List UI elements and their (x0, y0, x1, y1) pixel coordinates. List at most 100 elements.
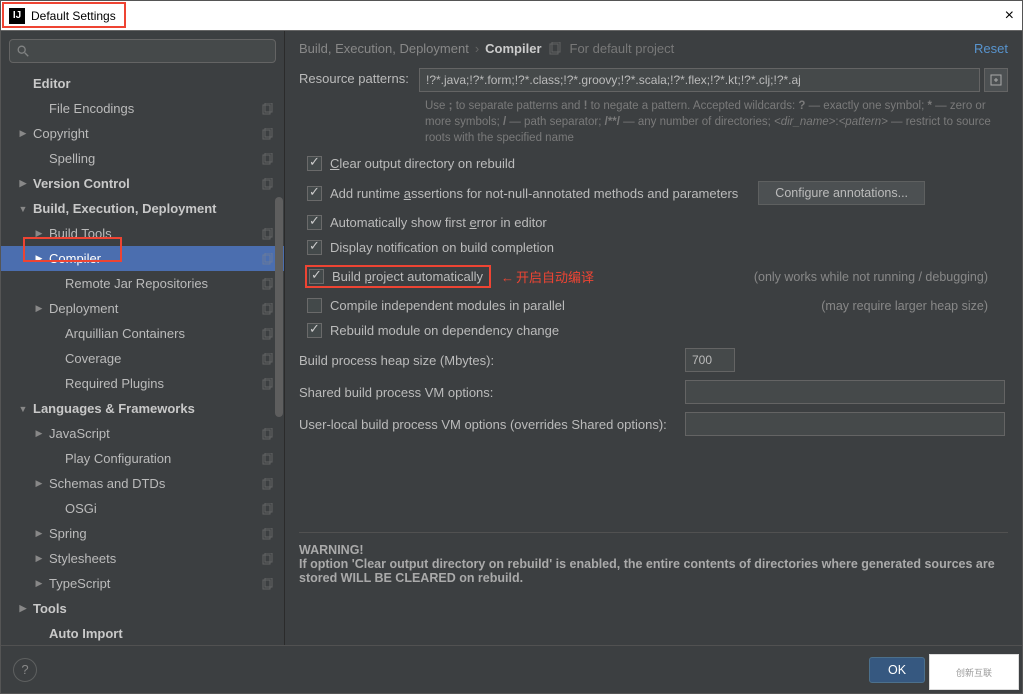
sidebar-item-label: Coverage (65, 351, 262, 366)
sidebar-item-label: TypeScript (49, 576, 262, 591)
sidebar-item-label: Auto Import (49, 626, 284, 641)
add-runtime-checkbox[interactable] (307, 186, 322, 201)
sidebar-item-label: Arquillian Containers (65, 326, 262, 341)
copy-icon (262, 503, 274, 515)
sidebar-item-typescript[interactable]: ▶ TypeScript (1, 571, 284, 596)
add-runtime-label: Add runtime assertions for not-null-anno… (330, 186, 738, 201)
sidebar-item-editor[interactable]: Editor (1, 71, 284, 96)
breadcrumb-part2: Compiler (485, 41, 541, 56)
sidebar-item-stylesheets[interactable]: ▶ Stylesheets (1, 546, 284, 571)
sidebar-item-label: Compiler (49, 251, 262, 266)
sidebar-item-arquillian-containers[interactable]: Arquillian Containers (1, 321, 284, 346)
sidebar-item-label: Required Plugins (65, 376, 262, 391)
watermark: 创新互联 (929, 654, 1019, 690)
copy-icon (262, 453, 274, 465)
compile-parallel-checkbox[interactable] (307, 298, 322, 313)
compile-parallel-note: (may require larger heap size) (821, 299, 988, 313)
breadcrumb-part1: Build, Execution, Deployment (299, 41, 469, 56)
copy-icon (262, 128, 274, 140)
close-icon[interactable]: × (1005, 7, 1014, 25)
sidebar-item-build-execution-deployment[interactable]: ▼Build, Execution, Deployment (1, 196, 284, 221)
arrow-left-icon: ← (501, 270, 514, 285)
reset-link[interactable]: Reset (974, 41, 1008, 56)
shared-vm-input[interactable] (685, 380, 1005, 404)
sidebar-item-spelling[interactable]: Spelling (1, 146, 284, 171)
clear-output-checkbox[interactable] (307, 156, 322, 171)
sidebar-item-compiler[interactable]: ▶ Compiler (1, 246, 284, 271)
sidebar-item-tools[interactable]: ▶Tools (1, 596, 284, 621)
sidebar-item-spring[interactable]: ▶ Spring (1, 521, 284, 546)
display-notif-checkbox[interactable] (307, 240, 322, 255)
auto-error-checkbox[interactable] (307, 215, 322, 230)
chevron-icon: ▶ (33, 428, 45, 439)
auto-error-label: Automatically show first error in editor (330, 215, 547, 230)
sidebar-item-auto-import[interactable]: Auto Import (1, 621, 284, 645)
copy-icon (262, 328, 274, 340)
sidebar-item-coverage[interactable]: Coverage (1, 346, 284, 371)
configure-annotations-button[interactable]: Configure annotations... (758, 181, 925, 205)
copy-icon (262, 428, 274, 440)
warning-body: If option 'Clear output directory on reb… (299, 557, 995, 585)
rebuild-dep-checkbox[interactable] (307, 323, 322, 338)
app-icon: IJ (9, 8, 25, 24)
sidebar-item-schemas-and-dtds[interactable]: ▶Schemas and DTDs (1, 471, 284, 496)
ok-button[interactable]: OK (869, 657, 925, 683)
build-auto-label: Build project automatically (332, 269, 483, 284)
sidebar-item-label: File Encodings (49, 101, 262, 116)
copy-icon (262, 353, 274, 365)
build-auto-checkbox[interactable] (309, 269, 324, 284)
breadcrumb: Build, Execution, Deployment › Compiler … (299, 41, 1008, 56)
copy-icon (262, 578, 274, 590)
sidebar-item-label: Remote Jar Repositories (65, 276, 262, 291)
sidebar-item-osgi[interactable]: OSGi (1, 496, 284, 521)
user-vm-input[interactable] (685, 412, 1005, 436)
sidebar-item-remote-jar-repositories[interactable]: Remote Jar Repositories (1, 271, 284, 296)
chevron-icon: ▶ (33, 253, 45, 264)
breadcrumb-sep: › (475, 41, 479, 56)
copy-icon (262, 278, 274, 290)
search-input[interactable] (9, 39, 276, 63)
sidebar-item-label: Schemas and DTDs (49, 476, 262, 491)
expand-patterns-button[interactable] (984, 68, 1008, 92)
copy-icon (262, 153, 274, 165)
help-button[interactable]: ? (13, 658, 37, 682)
settings-tree[interactable]: Editor File Encodings ▶CopyrightSpelling ▶ V… (1, 67, 284, 645)
warning-block: WARNING! If option 'Clear output directo… (299, 532, 1008, 585)
copy-icon (262, 478, 274, 490)
sidebar-item-javascript[interactable]: ▶JavaScript (1, 421, 284, 446)
sidebar-item-label: Languages & Frameworks (33, 401, 284, 416)
sidebar-item-copyright[interactable]: ▶Copyright (1, 121, 284, 146)
sidebar-item-version-control[interactable]: ▶ Version Control (1, 171, 284, 196)
copy-icon (262, 303, 274, 315)
titlebar: IJ Default Settings × (1, 1, 1022, 31)
copy-icon (262, 553, 274, 565)
sidebar-item-build-tools[interactable]: ▶Build Tools (1, 221, 284, 246)
chevron-icon: ▶ (33, 528, 45, 539)
resource-patterns-input[interactable] (419, 68, 980, 92)
chevron-icon: ▼ (17, 204, 29, 214)
sidebar-item-languages-frameworks[interactable]: ▼Languages & Frameworks (1, 396, 284, 421)
sidebar: Editor File Encodings ▶CopyrightSpelling ▶ V… (1, 31, 285, 645)
chevron-icon: ▶ (17, 178, 29, 189)
copy-icon (262, 178, 274, 190)
copy-icon (548, 42, 562, 56)
sidebar-item-file-encodings[interactable]: File Encodings (1, 96, 284, 121)
sidebar-item-label: Tools (33, 601, 284, 616)
sidebar-item-label: Spring (49, 526, 262, 541)
sidebar-item-deployment[interactable]: ▶Deployment (1, 296, 284, 321)
shared-vm-label: Shared build process VM options: (299, 385, 685, 400)
annotation-build-auto-box: Build project automatically (305, 265, 491, 288)
user-vm-label: User-local build process VM options (ove… (299, 417, 685, 432)
breadcrumb-hint: For default project (570, 41, 675, 56)
chevron-icon: ▶ (33, 578, 45, 589)
sidebar-item-label: Stylesheets (49, 551, 262, 566)
heap-size-input[interactable] (685, 348, 735, 372)
sidebar-item-required-plugins[interactable]: Required Plugins (1, 371, 284, 396)
sidebar-item-label: Version Control (33, 176, 262, 191)
scrollbar[interactable] (274, 67, 284, 645)
search-icon (16, 44, 30, 58)
resource-patterns-help: Use ; to separate patterns and ! to nega… (425, 98, 1008, 146)
chevron-icon: ▶ (17, 128, 29, 139)
sidebar-item-play-configuration[interactable]: Play Configuration (1, 446, 284, 471)
chevron-icon: ▶ (33, 553, 45, 564)
